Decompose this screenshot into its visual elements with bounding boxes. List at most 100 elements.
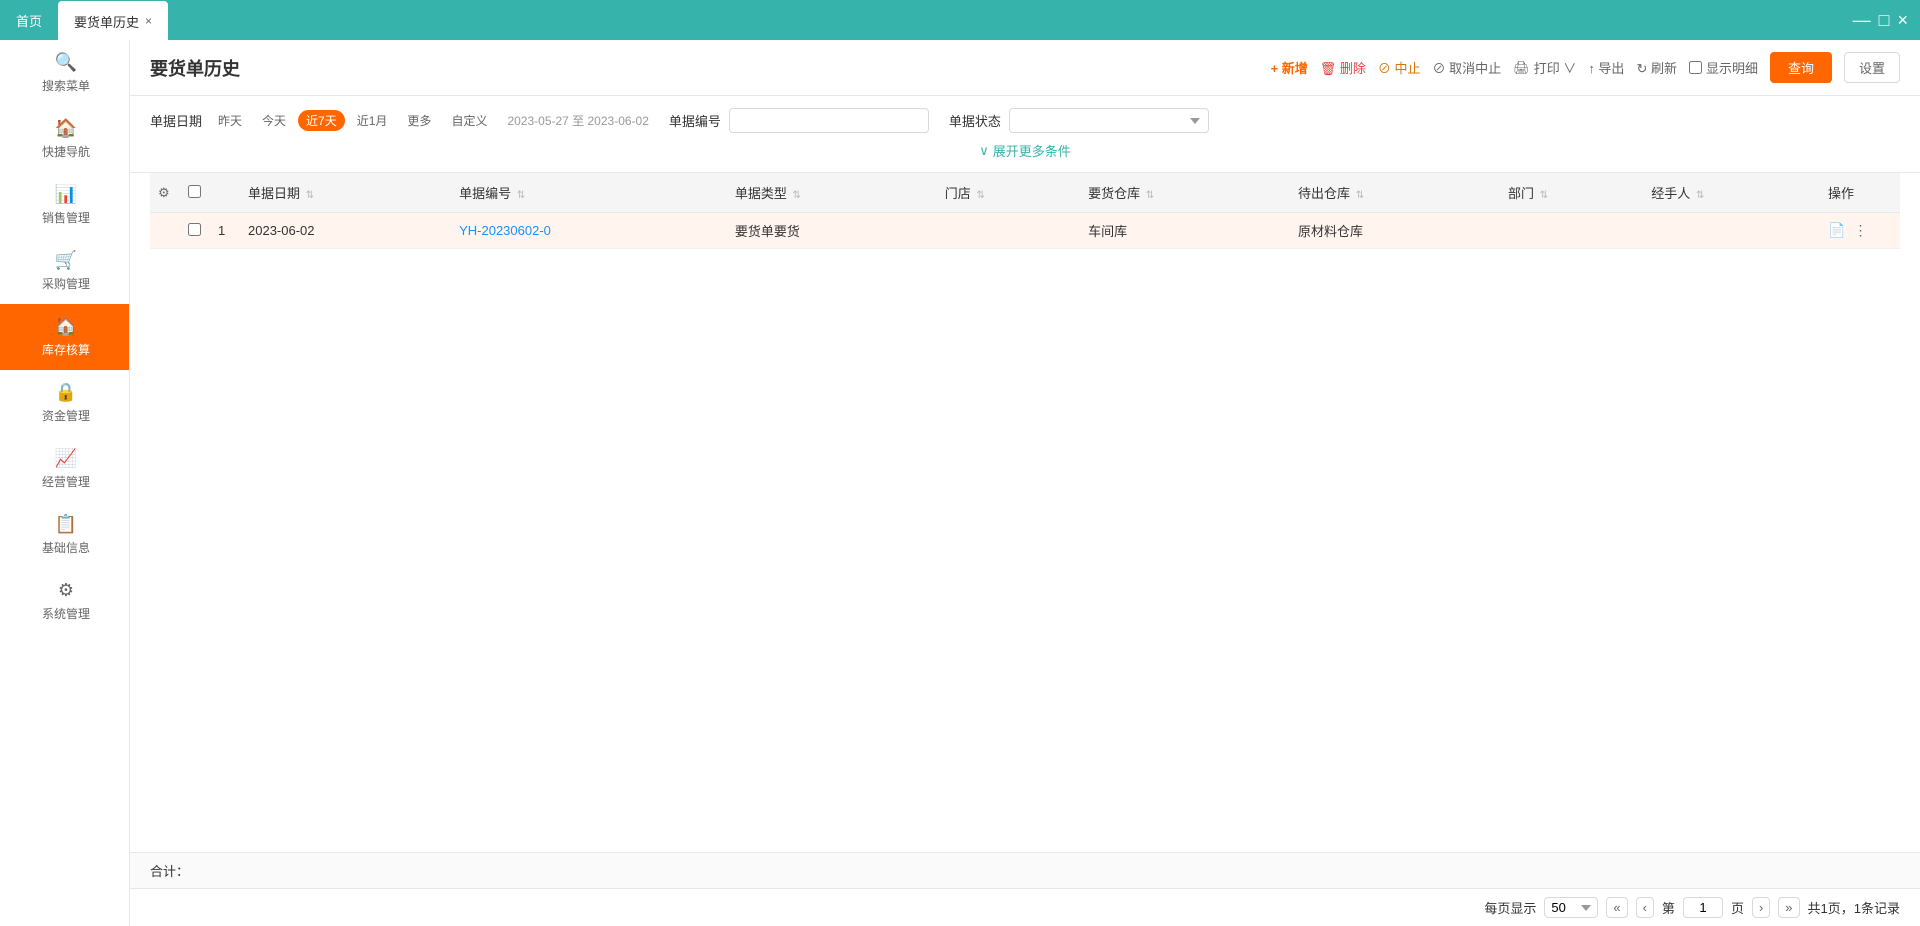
sort-date-icon: ⇅ — [306, 190, 314, 201]
col-handler[interactable]: 经手人 ⇅ — [1643, 173, 1820, 213]
tab-purchase-history[interactable]: 要货单历史 × — [58, 1, 168, 41]
col-number[interactable]: 单据编号 ⇅ — [451, 173, 727, 213]
col-department-label: 部门 — [1508, 186, 1534, 201]
print-button[interactable]: 🖨 🖨 打印 打印 ∨ — [1513, 58, 1576, 77]
sidebar-item-operations[interactable]: 📈 经营管理 — [0, 436, 129, 502]
sort-req-warehouse-icon: ⇅ — [1146, 190, 1154, 201]
row-req-warehouse: 车间库 — [1080, 213, 1290, 249]
date-options: 昨天 今天 近7天 近1月 更多 自定义 — [210, 110, 495, 131]
col-settings[interactable]: ⚙ — [150, 173, 180, 213]
close-tab-icon[interactable]: × — [145, 14, 152, 28]
sort-number-icon: ⇅ — [517, 190, 525, 201]
date-opt-custom[interactable]: 自定义 — [443, 110, 495, 131]
doc-status-select[interactable] — [1009, 108, 1209, 133]
goto-page-label: 第 — [1662, 898, 1675, 917]
col-department[interactable]: 部门 ⇅ — [1500, 173, 1643, 213]
table-footer: 合计： — [130, 852, 1920, 888]
display-detail-checkbox-label[interactable]: 显示明细 — [1689, 58, 1758, 77]
page-suffix: 页 — [1731, 898, 1744, 917]
select-all-checkbox[interactable] — [188, 185, 201, 198]
stop-button[interactable]: ⊘ 中止 — [1378, 58, 1421, 77]
col-store[interactable]: 门店 ⇅ — [937, 173, 1080, 213]
last-page-button[interactable]: » — [1778, 897, 1799, 918]
date-opt-today[interactable]: 今天 — [254, 110, 294, 131]
tab-home-label: 首页 — [16, 11, 42, 30]
display-detail-checkbox[interactable] — [1689, 61, 1702, 74]
sidebar-item-finance[interactable]: 🔒 资金管理 — [0, 370, 129, 436]
col-store-label: 门店 — [945, 186, 971, 201]
date-range-display: 2023-05-27 至 2023-06-02 — [507, 112, 648, 129]
row-number-link[interactable]: YH-20230602-0 — [459, 223, 551, 238]
doc-number-input[interactable] — [729, 108, 929, 133]
sidebar-item-finance-label: 资金管理 — [42, 407, 90, 424]
setting-button[interactable]: 设置 — [1844, 52, 1900, 83]
sidebar-item-system[interactable]: ⚙ 系统管理 — [0, 568, 129, 634]
col-req-warehouse[interactable]: 要货仓库 ⇅ — [1080, 173, 1290, 213]
col-action: 操作 — [1820, 173, 1900, 213]
sidebar: 🔍 搜索菜单 🏠 快捷导航 📊 销售管理 🛒 采购管理 🏠 库存核算 🔒 资金管… — [0, 40, 130, 926]
row-date: 2023-06-02 — [240, 213, 451, 249]
col-seq — [210, 173, 240, 213]
col-date[interactable]: 单据日期 ⇅ — [240, 173, 451, 213]
sidebar-item-purchase-label: 采购管理 — [42, 275, 90, 292]
sort-handler-icon: ⇅ — [1696, 190, 1704, 201]
filter-row-1: 单据日期 昨天 今天 近7天 近1月 更多 自定义 2023-05-27 至 2… — [150, 108, 1900, 133]
data-table: ⚙ 单据日期 ⇅ 单据编号 ⇅ — [150, 173, 1900, 249]
sidebar-item-search[interactable]: 🔍 搜索菜单 — [0, 40, 129, 106]
sidebar-item-shortcut-label: 快捷导航 — [42, 143, 90, 160]
window-controls: — □ × — [1853, 10, 1920, 31]
expand-more-button[interactable]: ∨ 展开更多条件 — [150, 141, 1900, 160]
delete-button[interactable]: 🗑 删除 — [1320, 58, 1366, 77]
finance-icon: 🔒 — [55, 382, 77, 403]
refresh-button[interactable]: ↻ 刷新 — [1636, 58, 1677, 77]
row-handler — [1643, 213, 1820, 249]
sidebar-item-inventory-label: 库存核算 — [42, 341, 90, 358]
sidebar-item-basic-label: 基础信息 — [42, 539, 90, 556]
date-opt-more[interactable]: 更多 — [399, 110, 439, 131]
sidebar-item-basic[interactable]: 📋 基础信息 — [0, 502, 129, 568]
home-icon: 🏠 — [55, 118, 77, 139]
row-store — [937, 213, 1080, 249]
date-opt-last7days[interactable]: 近7天 — [298, 110, 345, 131]
date-filter-label: 单据日期 — [150, 111, 202, 130]
expand-icon: ∨ — [979, 143, 989, 159]
page-size-label: 每页显示 — [1484, 898, 1536, 917]
operations-icon: 📈 — [55, 448, 77, 469]
first-page-button[interactable]: « — [1606, 897, 1627, 918]
sidebar-item-sales[interactable]: 📊 销售管理 — [0, 172, 129, 238]
date-opt-last-month[interactable]: 近1月 — [349, 110, 396, 131]
content-area: 要货单历史 + 新增 🗑 删除 ⊘ 中止 ⊘ 取消中止 🖨 🖨 打印 打印 ∨ … — [130, 40, 1920, 926]
table-area: ⚙ 单据日期 ⇅ 单据编号 ⇅ — [130, 173, 1920, 852]
more-icon[interactable]: ⋮ — [1853, 222, 1867, 239]
row-select-checkbox[interactable] — [188, 223, 201, 236]
minimize-icon[interactable]: — — [1853, 10, 1871, 31]
tab-home[interactable]: 首页 — [0, 0, 58, 40]
purchase-icon: 🛒 — [55, 250, 77, 271]
prev-page-button[interactable]: ‹ — [1636, 897, 1654, 918]
cancel-stop-button[interactable]: ⊘ 取消中止 — [1433, 58, 1502, 77]
row-number: YH-20230602-0 — [451, 213, 727, 249]
basic-icon: 📋 — [55, 514, 77, 535]
page-size-select[interactable]: 50 10 20 100 — [1544, 897, 1598, 918]
footer-total-label: 合计： — [150, 864, 189, 879]
query-button[interactable]: 查询 — [1770, 52, 1832, 83]
col-number-label: 单据编号 — [459, 186, 511, 201]
col-type[interactable]: 单据类型 ⇅ — [727, 173, 937, 213]
page-number-input[interactable] — [1683, 897, 1723, 918]
sidebar-item-inventory[interactable]: 🏠 库存核算 — [0, 304, 129, 370]
toolbar: + 新增 🗑 删除 ⊘ 中止 ⊘ 取消中止 🖨 🖨 打印 打印 ∨ ↑ 导出 ↻… — [1271, 52, 1900, 95]
row-settings — [150, 213, 180, 249]
doc-number-label: 单据编号 — [669, 111, 721, 130]
next-page-button[interactable]: › — [1752, 897, 1770, 918]
close-window-icon[interactable]: × — [1897, 10, 1908, 31]
export-button[interactable]: ↑ 导出 — [1588, 58, 1624, 77]
new-button[interactable]: + 新增 — [1271, 58, 1308, 77]
sidebar-item-purchase[interactable]: 🛒 采购管理 — [0, 238, 129, 304]
col-pending-warehouse[interactable]: 待出仓库 ⇅ — [1290, 173, 1500, 213]
date-opt-yesterday[interactable]: 昨天 — [210, 110, 250, 131]
edit-icon[interactable]: 📄 — [1828, 222, 1845, 239]
maximize-icon[interactable]: □ — [1879, 10, 1890, 31]
sidebar-item-shortcut[interactable]: 🏠 快捷导航 — [0, 106, 129, 172]
pagination: 每页显示 50 10 20 100 « ‹ 第 页 › » 共1页，1条记录 — [130, 888, 1920, 926]
sidebar-item-system-label: 系统管理 — [42, 605, 90, 622]
